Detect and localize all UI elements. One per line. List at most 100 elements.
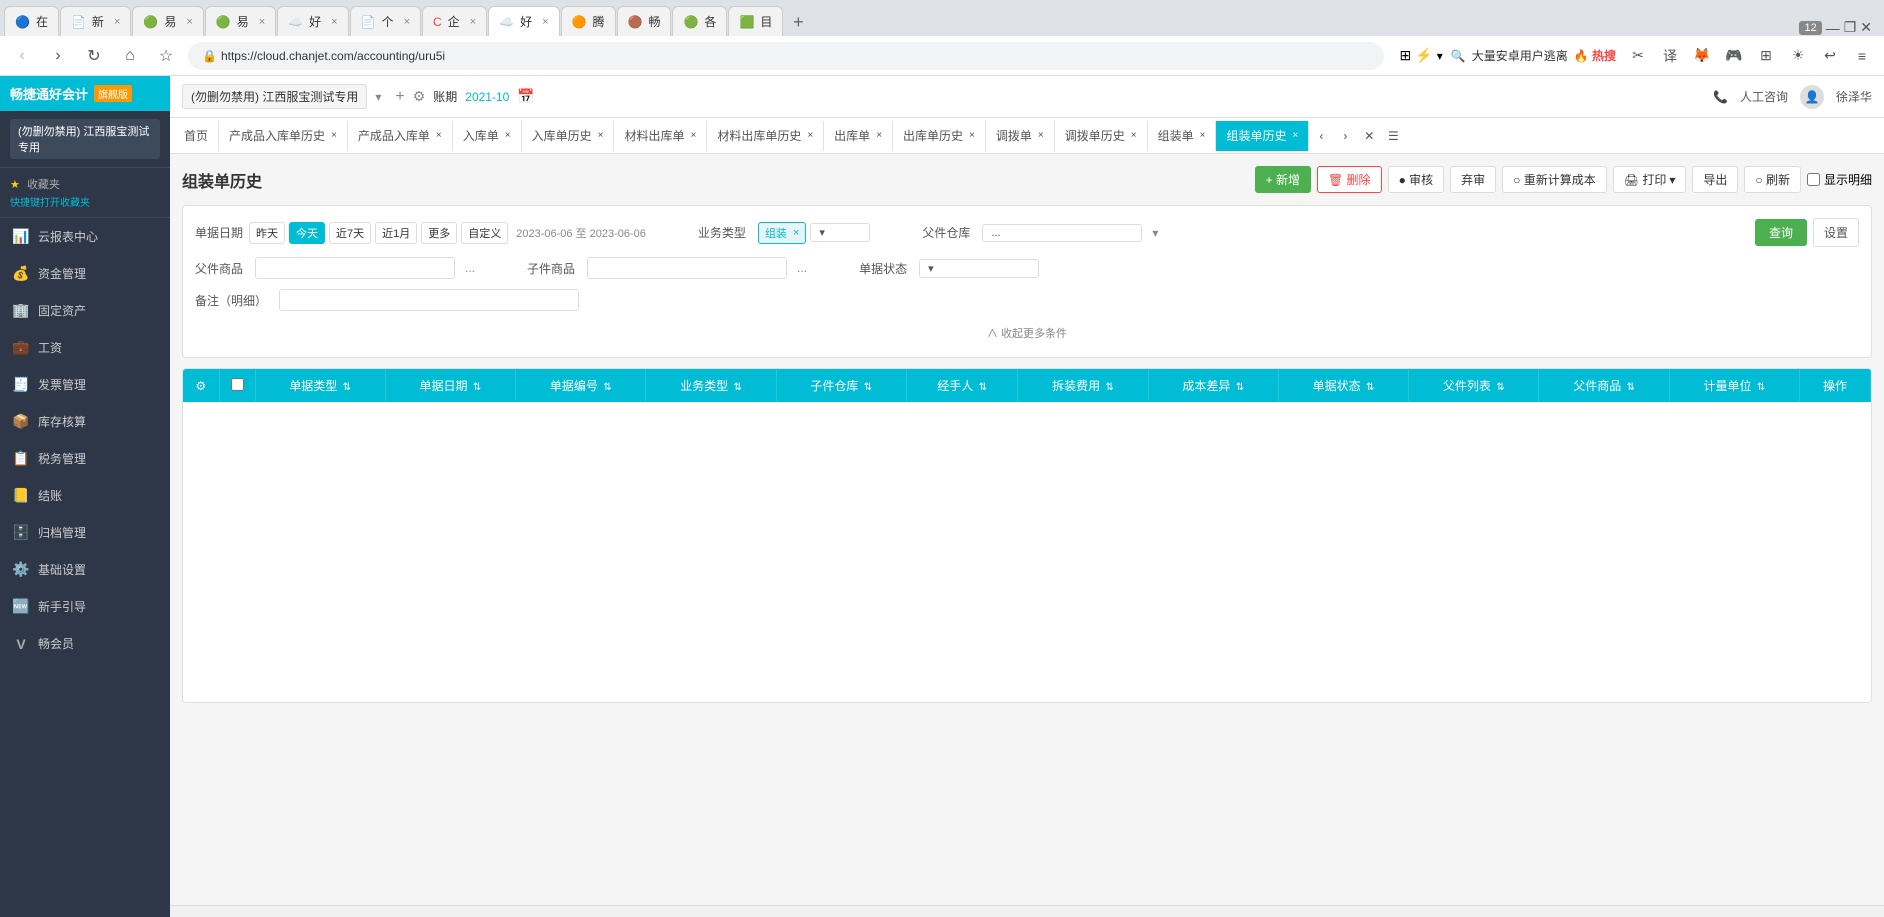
nav-tab-in-order[interactable]: 入库单 ×	[453, 121, 522, 151]
sidebar-item-fund[interactable]: 💰 资金管理	[0, 255, 170, 292]
favorites-hint[interactable]: 快捷键打开收藏夹	[10, 194, 160, 209]
brightness-icon[interactable]: ☀	[1784, 42, 1812, 70]
grid-icon[interactable]: ⊞	[1400, 47, 1412, 64]
nav-left-arrow[interactable]: ‹	[1309, 124, 1333, 148]
nav-more[interactable]: ☰	[1381, 124, 1405, 148]
sidebar-item-settings[interactable]: ⚙️ 基础设置	[0, 551, 170, 588]
extension-icon-1[interactable]: 🦊	[1688, 42, 1716, 70]
add-button[interactable]: + 新增	[1255, 166, 1311, 193]
bookmark-button[interactable]: ☆	[152, 42, 180, 70]
nav-tab-mat-out-hist-close[interactable]: ×	[807, 130, 813, 141]
browser-tab-8[interactable]: ☁️ 好 ×	[488, 6, 559, 36]
add-button[interactable]: +	[395, 88, 404, 106]
parent-warehouse-arrow[interactable]: ▾	[1152, 226, 1158, 240]
nav-tab-prod-in-hist[interactable]: 产成品入库单历史 ×	[219, 121, 348, 151]
browser-tab-10[interactable]: 🟤 畅	[617, 6, 672, 36]
col-settings[interactable]: ⚙	[183, 369, 219, 402]
user-name[interactable]: 徐泽华	[1836, 88, 1872, 105]
sidebar-item-settle[interactable]: 📒 结账	[0, 477, 170, 514]
support-label[interactable]: 人工咨询	[1740, 88, 1788, 105]
col-doc-date[interactable]: 单据日期 ⇅	[385, 369, 515, 402]
sidebar-item-fixed[interactable]: 🏢 固定资产	[0, 292, 170, 329]
nav-close-all[interactable]: ✕	[1357, 124, 1381, 148]
more-date-btn[interactable]: 更多	[421, 222, 457, 244]
forward-button[interactable]: ›	[44, 42, 72, 70]
nav-tab-out-order[interactable]: 出库单 ×	[824, 121, 893, 151]
browser-tab-4[interactable]: 🟢 易 ×	[205, 6, 276, 36]
col-parent-goods[interactable]: 父件商品 ⇅	[1539, 369, 1669, 402]
query-button[interactable]: 查询	[1755, 219, 1807, 246]
sidebar-item-salary[interactable]: 💼 工资	[0, 329, 170, 366]
browser-tab-2[interactable]: 📄 新 ×	[60, 6, 131, 36]
collapse-bar[interactable]: ∧ 收起更多条件	[195, 321, 1859, 345]
filter-settings-button[interactable]: 设置	[1813, 218, 1859, 247]
browser-tab-9[interactable]: 🟠 腾	[561, 6, 616, 36]
extension-icon-2[interactable]: 🎮	[1720, 42, 1748, 70]
browser-tab-1[interactable]: 🔵 在	[4, 6, 59, 36]
nav-tab-out-order-close[interactable]: ×	[876, 130, 882, 141]
window-maximize[interactable]: ❐	[1844, 19, 1857, 36]
col-parent-list[interactable]: 父件列表 ⇅	[1409, 369, 1539, 402]
nav-tab-transfer-hist-close[interactable]: ×	[1131, 130, 1137, 141]
child-goods-more[interactable]: ...	[797, 261, 807, 275]
nav-tab-assemble-close[interactable]: ×	[1200, 130, 1206, 141]
lightning-icon[interactable]: ⚡	[1415, 47, 1432, 64]
dropdown-arrow-company[interactable]: ▾	[375, 90, 381, 104]
browser-tab-11[interactable]: 🟢 各	[672, 6, 727, 36]
show-detail-label[interactable]: 显示明细	[1807, 171, 1872, 188]
approve-button[interactable]: ● 审核	[1388, 166, 1445, 193]
apps-icon[interactable]: ⊞	[1752, 42, 1780, 70]
yesterday-btn[interactable]: 昨天	[249, 222, 285, 244]
nav-tab-mat-out-hist[interactable]: 材料出库单历史 ×	[707, 121, 824, 151]
window-close[interactable]: ✕	[1860, 19, 1872, 36]
nav-tab-out-hist-close[interactable]: ×	[969, 130, 975, 141]
sidebar-item-archive[interactable]: 🗄️ 归档管理	[0, 514, 170, 551]
biz-type-dropdown[interactable]: ▾	[810, 223, 870, 242]
calendar-icon[interactable]: 📅	[517, 88, 534, 105]
parent-goods-more[interactable]: ...	[465, 261, 475, 275]
remarks-input[interactable]	[279, 289, 579, 311]
company-select-button[interactable]: (勿删勿禁用) 江西服宝测试专用	[10, 119, 160, 159]
col-handler[interactable]: 经手人 ⇅	[906, 369, 1017, 402]
1month-btn[interactable]: 近1月	[375, 222, 417, 244]
col-doc-status[interactable]: 单据状态 ⇅	[1278, 369, 1408, 402]
sidebar-item-member[interactable]: V 畅会员	[0, 625, 170, 662]
undo-icon[interactable]: ↩	[1816, 42, 1844, 70]
dropdown-arrow[interactable]: ▾	[1437, 49, 1443, 63]
nav-tab-assemble-hist[interactable]: 组装单历史 ×	[1216, 121, 1309, 151]
tab-5-close[interactable]: ×	[331, 16, 337, 28]
new-tab-button[interactable]: +	[784, 8, 812, 36]
home-button[interactable]: ⌂	[116, 42, 144, 70]
sidebar-item-invoice[interactable]: 🧾 发票管理	[0, 366, 170, 403]
tab-4-close[interactable]: ×	[259, 16, 265, 28]
browser-tab-5[interactable]: ☁️ 好 ×	[277, 6, 348, 36]
col-doc-no[interactable]: 单据编号 ⇅	[516, 369, 646, 402]
nav-tab-prod-in[interactable]: 产成品入库单 ×	[348, 121, 453, 151]
scissors-icon[interactable]: ✂	[1624, 42, 1652, 70]
tab-2-close[interactable]: ×	[114, 16, 120, 28]
nav-tab-prod-in-close[interactable]: ×	[436, 130, 442, 141]
today-btn[interactable]: 今天	[289, 222, 325, 244]
menu-icon[interactable]: ≡	[1848, 42, 1876, 70]
col-cost-diff[interactable]: 成本差异 ⇅	[1148, 369, 1278, 402]
nav-tab-assemble[interactable]: 组装单 ×	[1148, 121, 1217, 151]
nav-tab-in-hist[interactable]: 入库单历史 ×	[522, 121, 615, 151]
nav-tab-mat-out-close[interactable]: ×	[690, 130, 696, 141]
unapprove-button[interactable]: 弃审	[1450, 166, 1496, 193]
custom-btn[interactable]: 自定义	[461, 222, 508, 244]
nav-tab-in-hist-close[interactable]: ×	[598, 130, 604, 141]
refresh-button[interactable]: ○ 刷新	[1744, 166, 1801, 193]
nav-tab-prod-in-hist-close[interactable]: ×	[331, 130, 337, 141]
sidebar-item-guide[interactable]: 🆕 新手引导	[0, 588, 170, 625]
col-doc-type[interactable]: 单据类型 ⇅	[255, 369, 385, 402]
nav-tab-in-order-close[interactable]: ×	[505, 130, 511, 141]
col-checkbox[interactable]	[219, 369, 255, 402]
show-detail-checkbox[interactable]	[1807, 173, 1820, 186]
select-all-checkbox[interactable]	[231, 378, 244, 391]
back-button[interactable]: ‹	[8, 42, 36, 70]
col-child-warehouse[interactable]: 子件仓库 ⇅	[776, 369, 906, 402]
tab-7-close[interactable]: ×	[470, 16, 476, 28]
browser-tab-6[interactable]: 📄 个 ×	[350, 6, 421, 36]
browser-tab-3[interactable]: 🟢 易 ×	[132, 6, 203, 36]
nav-right-arrow[interactable]: ›	[1333, 124, 1357, 148]
